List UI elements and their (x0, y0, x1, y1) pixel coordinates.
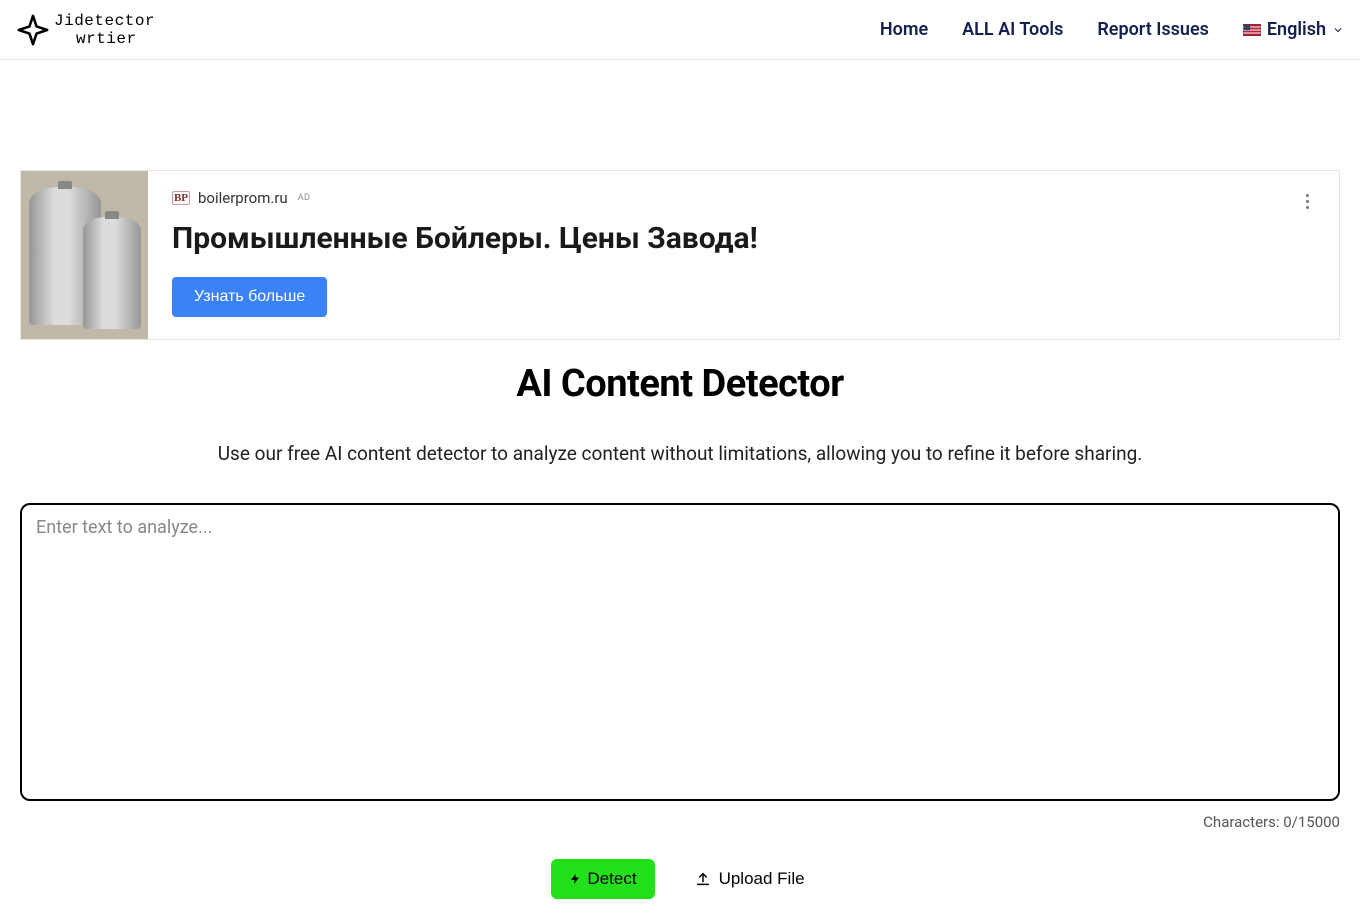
char-counter-value: 0/15000 (1283, 813, 1340, 831)
ad-title: Промышленные Бойлеры. Цены Завода! (172, 221, 1315, 257)
upload-button-label: Upload File (719, 869, 805, 889)
ad-source-row: BP boilerprom.ru AD (172, 189, 1315, 207)
analyze-textarea[interactable] (22, 505, 1338, 795)
chevron-down-icon (1332, 24, 1344, 36)
language-selector[interactable]: English (1243, 19, 1344, 40)
ad-source-domain: boilerprom.ru (198, 189, 288, 207)
ad-badge: AD (298, 193, 311, 203)
bolt-icon (569, 871, 581, 887)
ad-image (21, 171, 148, 339)
ad-favicon: BP (172, 191, 190, 205)
upload-file-button[interactable]: Upload File (691, 859, 809, 899)
vertical-dots-icon (1306, 194, 1309, 209)
ad-options-button[interactable] (1295, 189, 1319, 213)
main-nav: Home ALL AI Tools Report Issues English (880, 19, 1344, 40)
language-label: English (1267, 19, 1326, 40)
ad-image-content (83, 217, 141, 329)
nav-report-issues[interactable]: Report Issues (1097, 19, 1209, 40)
action-row: Detect Upload File (20, 859, 1340, 923)
page-title: AI Content Detector (20, 362, 1340, 406)
page-subtitle: Use our free AI content detector to anal… (20, 442, 1340, 465)
logo-text-line-1: Jidetector (54, 13, 155, 29)
character-counter: Characters: 0/15000 (20, 813, 1340, 831)
logo-text: Jidetector wrtier (54, 13, 155, 47)
site-header: Jidetector wrtier Home ALL AI Tools Repo… (0, 0, 1360, 60)
ad-banner[interactable]: BP boilerprom.ru AD Промышленные Бойлеры… (20, 170, 1340, 340)
detect-button[interactable]: Detect (551, 859, 654, 899)
ad-body: BP boilerprom.ru AD Промышленные Бойлеры… (148, 171, 1339, 339)
nav-home[interactable]: Home (880, 19, 928, 40)
site-logo[interactable]: Jidetector wrtier (16, 13, 155, 47)
nav-all-ai-tools[interactable]: ALL AI Tools (962, 19, 1063, 40)
analyze-panel (20, 503, 1340, 801)
ad-cta-button[interactable]: Узнать больше (172, 277, 327, 317)
us-flag-icon (1243, 24, 1261, 36)
upload-icon (695, 871, 711, 887)
detect-button-label: Detect (587, 869, 636, 889)
logo-text-line-2: wrtier (54, 31, 155, 47)
sparkle-icon (16, 13, 50, 47)
char-counter-label: Characters: (1203, 813, 1279, 831)
